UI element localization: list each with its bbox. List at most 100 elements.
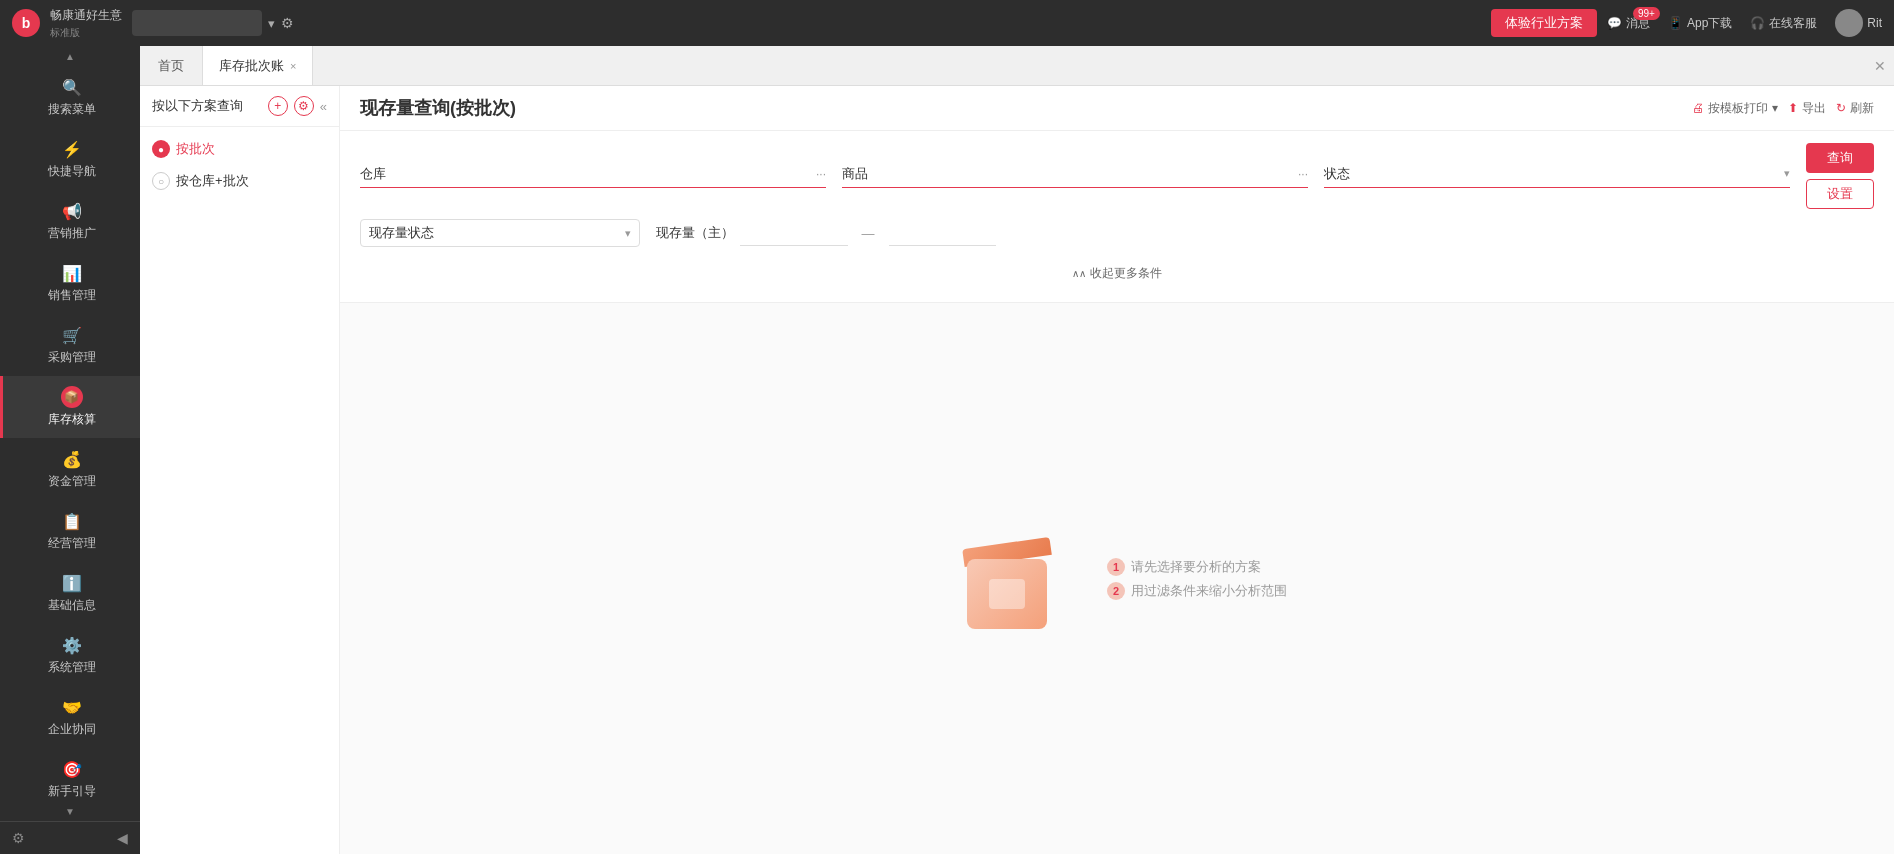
topbar-gear-icon[interactable]: ⚙ — [281, 15, 294, 31]
empty-state: 1 请先选择要分析的方案 2 用过滤条件来缩小分析范围 — [340, 303, 1894, 854]
sidebar-scroll-down[interactable]: ▼ — [0, 801, 140, 821]
filter-area: 仓库 ··· 商品 ··· 状态 ▾ — [340, 131, 1894, 303]
marketing-label: 营销推广 — [48, 225, 96, 242]
messages-badge: 99+ — [1633, 7, 1660, 20]
left-panel-title: 按以下方案查询 — [152, 97, 243, 115]
goods-dots[interactable]: ··· — [1298, 167, 1308, 181]
sidebar-item-quick-nav[interactable]: ⚡ 快捷导航 — [0, 128, 140, 190]
empty-tip-2: 2 用过滤条件来缩小分析范围 — [1107, 582, 1287, 600]
illustration-box — [967, 559, 1047, 629]
goods-filter-field: 商品 ··· — [842, 165, 1308, 188]
sidebar: ▲ 🔍 搜索菜单 ⚡ 快捷导航 📢 营销推广 📊 销售管理 🛒 采购管理 — [0, 46, 140, 854]
chevron-up-icon: ∧∧ — [1072, 268, 1086, 279]
trial-btn[interactable]: 体验行业方案 — [1491, 9, 1597, 37]
topbar-search-area: ▾ ⚙ — [132, 10, 1481, 36]
online-service-btn[interactable]: 🎧 在线客服 — [1750, 15, 1817, 32]
edition-label: 标准版 — [50, 26, 122, 40]
plan-by-wh-batch-label: 按仓库+批次 — [176, 172, 249, 190]
app-download-btn[interactable]: 📱 App下载 — [1668, 15, 1732, 32]
inventory-qty-dash: — — [854, 226, 883, 241]
sidebar-collapse-icon[interactable]: ◀ — [117, 830, 128, 846]
messages-btn[interactable]: 💬 消息 99+ — [1607, 15, 1650, 32]
page-title-bar: 现存量查询(按批次) 🖨 按模板打印 ▾ ⬆ 导出 ↻ — [340, 86, 1894, 131]
sidebar-item-search-menu[interactable]: 🔍 搜索菜单 — [0, 66, 140, 128]
avatar — [1835, 9, 1863, 37]
goods-filter-label: 商品 — [842, 165, 868, 183]
inventory-label: 库存核算 — [48, 411, 96, 428]
quick-nav-icon: ⚡ — [61, 138, 83, 160]
inventory-icon: 📦 — [61, 386, 83, 408]
left-panel: 按以下方案查询 + ⚙ « ● 按批次 ○ — [140, 86, 340, 854]
sidebar-items: 🔍 搜索菜单 ⚡ 快捷导航 📢 营销推广 📊 销售管理 🛒 采购管理 📦 — [0, 66, 140, 801]
sidebar-item-sales[interactable]: 📊 销售管理 — [0, 252, 140, 314]
export-btn[interactable]: ⬆ 导出 — [1788, 100, 1826, 117]
basic-info-label: 基础信息 — [48, 597, 96, 614]
sidebar-item-system[interactable]: ⚙️ 系统管理 — [0, 624, 140, 686]
sidebar-scroll-up[interactable]: ▲ — [0, 46, 140, 66]
tab-home[interactable]: 首页 — [140, 46, 203, 85]
sidebar-item-new-user[interactable]: 🎯 新手引导 — [0, 748, 140, 801]
refresh-icon: ↻ — [1836, 101, 1846, 115]
main-layout: ▲ 🔍 搜索菜单 ⚡ 快捷导航 📢 营销推广 📊 销售管理 🛒 采购管理 — [0, 46, 1894, 854]
panel-collapse-btn[interactable]: « — [320, 99, 327, 114]
filter-settings-btn[interactable]: 设置 — [1806, 179, 1874, 209]
sidebar-item-basic-info[interactable]: ℹ️ 基础信息 — [0, 562, 140, 624]
headset-icon: 🎧 — [1750, 16, 1765, 30]
tab-close-icon[interactable]: × — [290, 60, 296, 72]
add-plan-btn[interactable]: + — [268, 96, 288, 116]
export-icon: ⬆ — [1788, 101, 1798, 115]
sidebar-item-inventory[interactable]: 📦 库存核算 — [0, 376, 140, 438]
sidebar-item-finance[interactable]: 💰 资金管理 — [0, 438, 140, 500]
plan-by-batch-icon: ● — [152, 140, 170, 158]
phone-icon: 📱 — [1668, 16, 1683, 30]
new-user-icon: 🎯 — [61, 758, 83, 780]
topbar-dropdown-arrow[interactable]: ▾ — [268, 16, 275, 31]
inventory-status-field[interactable]: 现存量状态 ▾ — [360, 219, 640, 247]
sidebar-settings-icon[interactable]: ⚙ — [12, 830, 25, 846]
message-icon: 💬 — [1607, 16, 1622, 30]
plan-settings-btn[interactable]: ⚙ — [294, 96, 314, 116]
status-dropdown-arrow[interactable]: ▾ — [1784, 167, 1790, 180]
search-menu-label: 搜索菜单 — [48, 101, 96, 118]
active-tab-label: 库存批次账 — [219, 57, 284, 75]
sidebar-item-operations[interactable]: 📋 经营管理 — [0, 500, 140, 562]
app-logo: b — [12, 9, 40, 37]
filter-row-1: 仓库 ··· 商品 ··· 状态 ▾ — [360, 143, 1874, 209]
left-panel-actions: + ⚙ « — [268, 96, 327, 116]
topbar-search-input[interactable] — [132, 10, 262, 36]
sidebar-item-enterprise-collab[interactable]: 🤝 企业协同 — [0, 686, 140, 748]
tip-text-2: 用过滤条件来缩小分析范围 — [1131, 582, 1287, 600]
inventory-qty-from[interactable] — [740, 220, 848, 246]
empty-illustration — [947, 529, 1067, 629]
panel-close-icon[interactable]: ✕ — [1874, 58, 1886, 74]
plan-item-by-warehouse-batch[interactable]: ○ 按仓库+批次 — [140, 165, 339, 197]
inventory-qty-field: 现存量（主） — — [656, 220, 996, 246]
empty-tips: 1 请先选择要分析的方案 2 用过滤条件来缩小分析范围 — [1107, 558, 1287, 600]
user-area[interactable]: Rit — [1835, 9, 1882, 37]
filter-buttons: 查询 设置 — [1806, 143, 1874, 209]
collapse-bar[interactable]: ∧∧ 收起更多条件 — [360, 257, 1874, 290]
query-btn[interactable]: 查询 — [1806, 143, 1874, 173]
username-label: Rit — [1867, 16, 1882, 30]
inventory-status-arrow[interactable]: ▾ — [625, 227, 631, 240]
tab-bar-right: ✕ — [1874, 46, 1894, 85]
tab-inventory-batch[interactable]: 库存批次账 × — [203, 46, 313, 85]
enterprise-collab-icon: 🤝 — [61, 696, 83, 718]
brand-area: 畅康通好生意 标准版 — [50, 7, 122, 40]
print-btn[interactable]: 🖨 按模板打印 ▾ — [1692, 100, 1778, 117]
inventory-qty-to[interactable] — [889, 220, 997, 246]
empty-content: 1 请先选择要分析的方案 2 用过滤条件来缩小分析范围 — [947, 529, 1287, 629]
print-dropdown-icon[interactable]: ▾ — [1772, 101, 1778, 115]
brand-name: 畅康通好生意 — [50, 7, 122, 24]
plan-by-wh-batch-icon: ○ — [152, 172, 170, 190]
tip-num-1: 1 — [1107, 558, 1125, 576]
tip-num-2: 2 — [1107, 582, 1125, 600]
plan-item-by-batch[interactable]: ● 按批次 — [140, 133, 339, 165]
sidebar-item-purchase[interactable]: 🛒 采购管理 — [0, 314, 140, 376]
refresh-btn[interactable]: ↻ 刷新 — [1836, 100, 1874, 117]
system-label: 系统管理 — [48, 659, 96, 676]
warehouse-dots[interactable]: ··· — [816, 167, 826, 181]
sidebar-item-marketing[interactable]: 📢 营销推广 — [0, 190, 140, 252]
marketing-icon: 📢 — [61, 200, 83, 222]
inventory-qty-label: 现存量（主） — [656, 224, 734, 242]
